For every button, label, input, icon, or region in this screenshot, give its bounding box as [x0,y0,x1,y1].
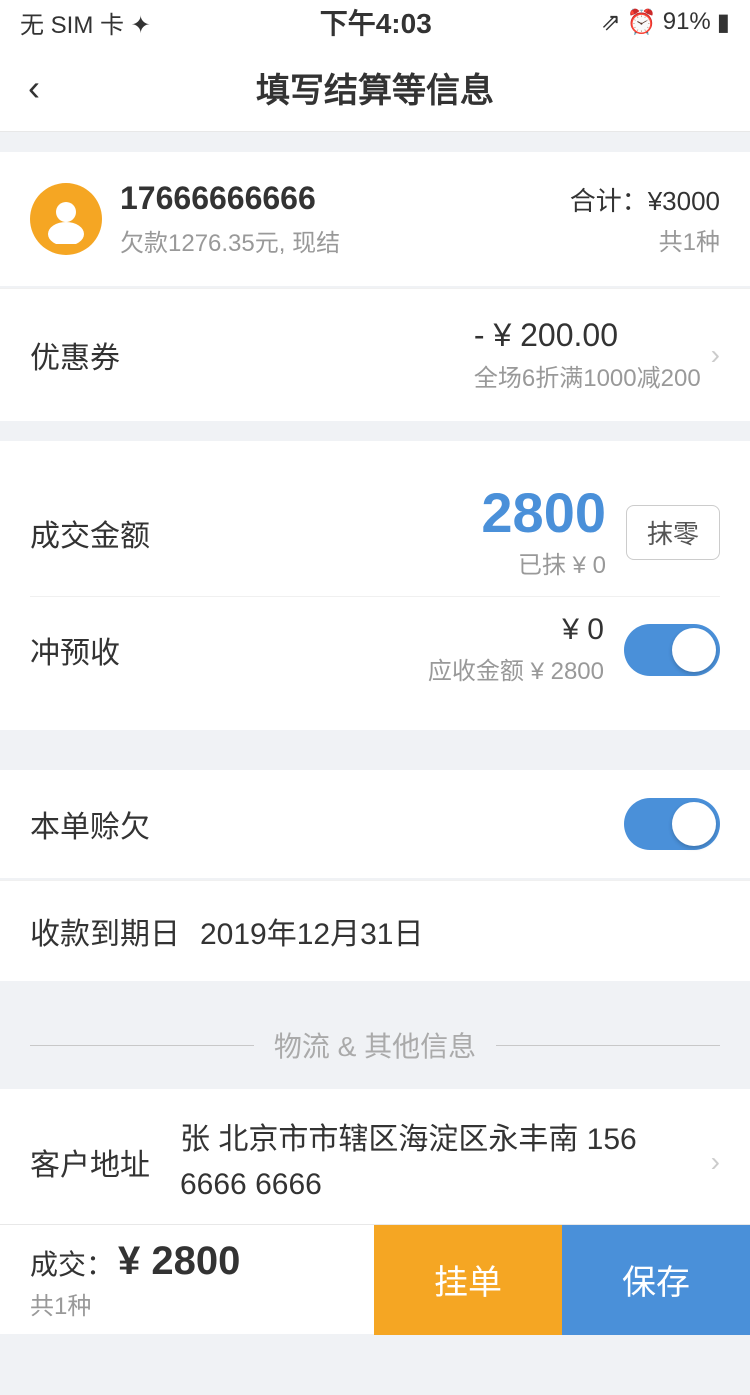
round-button[interactable]: 抹零 [626,505,720,560]
footer: 成交： ¥ 2800 共1种 挂单 保存 [0,1224,750,1334]
section-separator [0,981,750,1001]
total-label: 合计：¥3000 [570,181,720,218]
page-title: 填写结算等信息 [256,63,494,112]
amount-number: 2800 [481,485,606,541]
save-button[interactable]: 保存 [562,1225,750,1335]
amount-value-wrap: 2800 已抹 ¥ 0 抹零 [481,485,720,580]
coupon-right: - ¥ 200.00 全场6折满1000减200 › [474,317,720,393]
battery-icon: ▮ [717,8,730,37]
coupon-chevron-icon: › [711,339,720,371]
avatar [30,183,102,255]
customer-left: 17666666666 欠款1276.35元, 现结 [30,180,340,258]
logistics-header: 物流 & 其他信息 [0,1001,750,1089]
toggle-knob [672,628,716,672]
prereceive-toggle[interactable] [624,624,720,676]
coupon-label: 优惠券 [30,333,120,377]
hold-button[interactable]: 挂单 [374,1225,562,1335]
address-label: 客户地址 [30,1140,150,1184]
debt-toggle-knob [672,802,716,846]
back-button[interactable]: ‹ [28,67,40,109]
logistics-line-right [496,1045,720,1046]
battery-label: 91% [663,8,711,36]
footer-info: 成交： ¥ 2800 共1种 [0,1239,374,1321]
footer-count: 共1种 [30,1286,344,1321]
debt-label: 本单赊欠 [30,802,150,846]
logistics-line-left [30,1045,254,1046]
address-value: 张 北京市市辖区海淀区永丰南 156 6666 6666 [180,1117,711,1207]
customer-phone: 17666666666 [120,180,340,217]
amount-row: 成交金额 2800 已抹 ¥ 0 抹零 [30,469,720,596]
address-chevron-icon: › [711,1146,720,1178]
customer-info: 17666666666 欠款1276.35元, 现结 [120,180,340,258]
logistics-title: 物流 & 其他信息 [274,1025,476,1065]
coupon-description: 全场6折满1000减200 [474,358,701,393]
status-bar: 无 SIM 卡 ✦ 下午4:03 ⇗ ⏰ 91% ▮ [0,0,750,44]
total-count: 共1种 [570,222,720,257]
coupon-discount: - ¥ 200.00 [474,317,701,354]
duedate-value: 2019年12月31日 [200,909,423,953]
nav-bar: ‹ 填写结算等信息 [0,44,750,132]
prereceive-value: ¥ 0 应收金额 ¥ 2800 [428,613,604,686]
sim-label: 无 SIM 卡 ✦ [20,5,151,40]
coupon-row[interactable]: 优惠券 - ¥ 200.00 全场6折满1000减200 › [0,288,750,421]
status-right: ⇗ ⏰ 91% ▮ [601,8,730,37]
status-time: 下午4:03 [320,2,432,42]
location-icon: ⇗ [601,8,621,37]
address-row[interactable]: 客户地址 张 北京市市辖区海淀区永丰南 156 6666 6666 › [0,1089,750,1235]
prereceive-sub: 应收金额 ¥ 2800 [428,651,604,686]
prereceive-label: 冲预收 [30,628,120,672]
duedate-section: 收款到期日 2019年12月31日 [0,880,750,981]
debt-toggle[interactable] [624,798,720,850]
amount-label: 成交金额 [30,511,150,555]
duedate-label: 收款到期日 [30,909,180,953]
prereceive-row: 冲预收 ¥ 0 应收金额 ¥ 2800 [30,596,720,702]
customer-debt: 欠款1276.35元, 现结 [120,223,340,258]
separator-2 [0,730,750,750]
footer-amount: ¥ 2800 [118,1239,240,1284]
alarm-icon: ⏰ [627,8,657,37]
amount-sub: 已抹 ¥ 0 [481,545,606,580]
status-left: 无 SIM 卡 ✦ [20,5,151,40]
prereceive-amount: ¥ 0 [428,613,604,647]
separator-1 [0,421,750,441]
customer-total: 合计：¥3000 共1种 [570,181,720,257]
amount-section: 成交金额 2800 已抹 ¥ 0 抹零 冲预收 ¥ 0 应收金额 ¥ 2800 [0,441,750,730]
debt-section: 本单赊欠 [0,770,750,878]
footer-deal-label: 成交： [30,1243,114,1283]
customer-card: 17666666666 欠款1276.35元, 现结 合计：¥3000 共1种 [0,152,750,286]
prereceive-right: ¥ 0 应收金额 ¥ 2800 [428,613,720,686]
